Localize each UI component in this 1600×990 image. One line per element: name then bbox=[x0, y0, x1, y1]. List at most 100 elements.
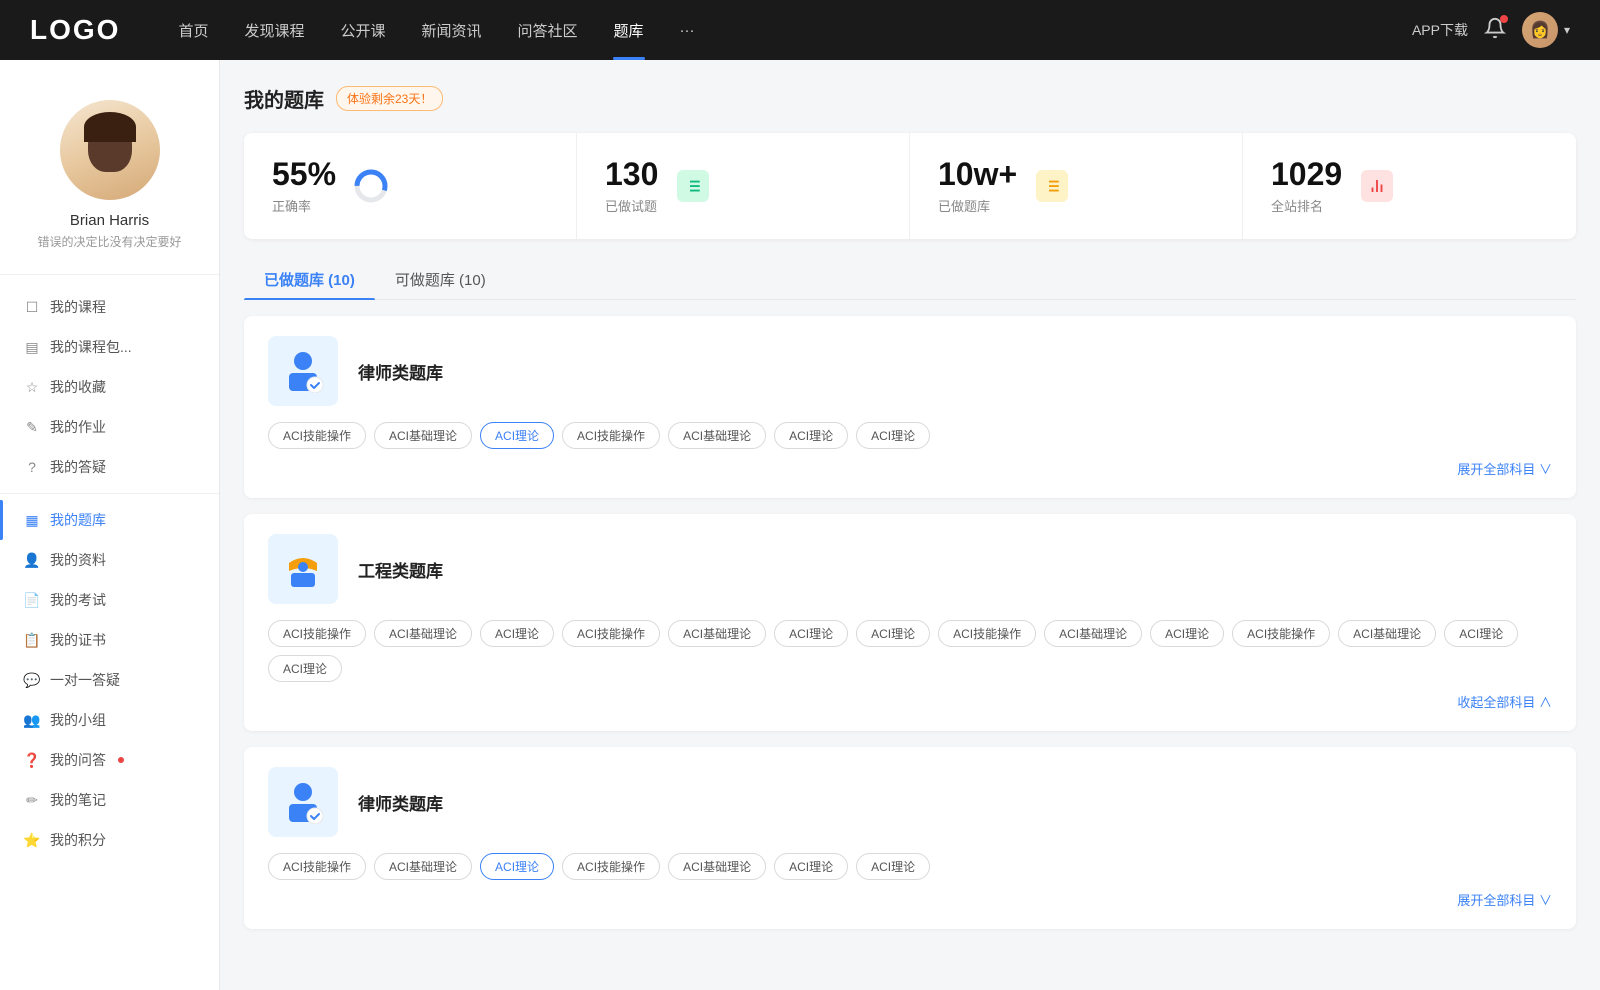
stat-card: 10w+ 已做题库 bbox=[910, 133, 1243, 239]
nav-link-新闻资讯[interactable]: 新闻资讯 bbox=[404, 0, 500, 60]
sidebar-icon: ☆ bbox=[24, 379, 40, 395]
sidebar-item-我的证书[interactable]: 📋 我的证书 bbox=[0, 620, 219, 660]
qbank-card: 律师类题库 ACI技能操作ACI基础理论ACI理论ACI技能操作ACI基础理论A… bbox=[244, 316, 1576, 498]
qbank-tag[interactable]: ACI技能操作 bbox=[562, 422, 660, 449]
qbank-tags: ACI技能操作 ACI基础理论 ACI理论 ACI技能操作 ACI基础理论 ACI理论 AC… bbox=[268, 853, 1552, 880]
qbank-tag[interactable]: ACI基础理论 bbox=[668, 620, 766, 647]
nav-link-发现课程[interactable]: 发现课程 bbox=[226, 0, 322, 60]
sidebar-item-我的课程包...[interactable]: ▤ 我的课程包... bbox=[0, 327, 219, 367]
navbar: LOGO 首页发现课程公开课新闻资讯问答社区题库··· APP下载 👩 ▾ bbox=[0, 0, 1600, 60]
nav-link-···[interactable]: ··· bbox=[662, 0, 713, 60]
stat-card: 55% 正确率 bbox=[244, 133, 577, 239]
unread-dot bbox=[118, 757, 124, 763]
navbar-right: APP下载 👩 ▾ bbox=[1412, 12, 1570, 48]
qbank-tags: ACI技能操作 ACI基础理论 ACI理论 ACI技能操作 ACI基础理论 ACI理论 AC… bbox=[268, 422, 1552, 449]
qbank-tag[interactable]: ACI基础理论 bbox=[374, 620, 472, 647]
stats-row: 55% 正确率 130 已做试题 10w+ 已做题库 1029 全站排名 bbox=[244, 133, 1576, 239]
sidebar-item-我的收藏[interactable]: ☆ 我的收藏 bbox=[0, 367, 219, 407]
qbank-tag[interactable]: ACI理论 bbox=[480, 422, 554, 449]
qbank-header: 律师类题库 bbox=[268, 336, 1552, 406]
stat-text: 10w+ 已做题库 bbox=[938, 157, 1017, 215]
sidebar-profile: Brian Harris 错误的决定比没有决定要好 bbox=[0, 80, 219, 275]
sidebar-label: 我的资料 bbox=[50, 550, 106, 570]
qbank-tag[interactable]: ACI技能操作 bbox=[1232, 620, 1330, 647]
sidebar-item-我的笔记[interactable]: ✏ 我的笔记 bbox=[0, 780, 219, 820]
qbank-tag[interactable]: ACI理论 bbox=[1444, 620, 1518, 647]
qbank-tag[interactable]: ACI基础理论 bbox=[668, 853, 766, 880]
stat-text: 55% 正确率 bbox=[272, 157, 336, 215]
qbank-tag[interactable]: ACI理论 bbox=[856, 620, 930, 647]
sidebar-item-我的作业[interactable]: ✎ 我的作业 bbox=[0, 407, 219, 447]
qbank-tag[interactable]: ACI理论 bbox=[480, 620, 554, 647]
stat-icon bbox=[352, 167, 390, 205]
tab-item[interactable]: 可做题库 (10) bbox=[375, 259, 506, 300]
nav-link-问答社区[interactable]: 问答社区 bbox=[500, 0, 596, 60]
qbank-tag[interactable]: ACI基础理论 bbox=[374, 422, 472, 449]
qbank-tag[interactable]: ACI理论 bbox=[856, 853, 930, 880]
qbank-tag[interactable]: ACI理论 bbox=[1150, 620, 1224, 647]
sidebar-item-我的考试[interactable]: 📄 我的考试 bbox=[0, 580, 219, 620]
qbank-tag[interactable]: ACI理论 bbox=[774, 422, 848, 449]
qbank-tag[interactable]: ACI技能操作 bbox=[562, 620, 660, 647]
sidebar-item-一对一答疑[interactable]: 💬 一对一答疑 bbox=[0, 660, 219, 700]
qbank-tag[interactable]: ACI理论 bbox=[268, 655, 342, 682]
sidebar-item-我的题库[interactable]: ▦ 我的题库 bbox=[0, 500, 219, 540]
qbank-expand: 收起全部科目 ∧ bbox=[268, 692, 1552, 711]
stat-label: 已做试题 bbox=[605, 196, 658, 215]
qbank-tag[interactable]: ACI理论 bbox=[480, 853, 554, 880]
qbank-tag[interactable]: ACI技能操作 bbox=[938, 620, 1036, 647]
expand-link[interactable]: 收起全部科目 ∧ bbox=[1457, 692, 1552, 711]
nav-link-首页[interactable]: 首页 bbox=[160, 0, 226, 60]
avatar bbox=[60, 100, 160, 200]
qbank-tag[interactable]: ACI技能操作 bbox=[562, 853, 660, 880]
nav-link-公开课[interactable]: 公开课 bbox=[322, 0, 403, 60]
stat-label: 正确率 bbox=[272, 196, 336, 215]
stat-icon bbox=[674, 167, 712, 205]
logo[interactable]: LOGO bbox=[30, 14, 120, 46]
app-download-button[interactable]: APP下载 bbox=[1412, 20, 1468, 40]
sidebar-icon: ✎ bbox=[24, 419, 40, 435]
avatar: 👩 bbox=[1522, 12, 1558, 48]
sidebar-item-我的问答[interactable]: ❓ 我的问答 bbox=[0, 740, 219, 780]
qbank-tag[interactable]: ACI基础理论 bbox=[1044, 620, 1142, 647]
qbank-tag[interactable]: ACI理论 bbox=[774, 620, 848, 647]
sidebar-label: 我的小组 bbox=[50, 710, 106, 730]
notification-bell[interactable] bbox=[1484, 17, 1506, 44]
sidebar-item-我的资料[interactable]: 👤 我的资料 bbox=[0, 540, 219, 580]
main-content: 我的题库 体验剩余23天！ 55% 正确率 130 已做试题 10w+ 已做题库 bbox=[220, 60, 1600, 990]
sidebar-label: 一对一答疑 bbox=[50, 670, 120, 690]
qbank-name: 律师类题库 bbox=[358, 359, 443, 384]
sidebar-item-我的小组[interactable]: 👥 我的小组 bbox=[0, 700, 219, 740]
trial-badge: 体验剩余23天！ bbox=[336, 86, 443, 111]
qbank-tag[interactable]: ACI基础理论 bbox=[1338, 620, 1436, 647]
sidebar-item-我的积分[interactable]: ⭐ 我的积分 bbox=[0, 820, 219, 860]
qbank-expand: 展开全部科目 ∨ bbox=[268, 890, 1552, 909]
sidebar-icon: 📋 bbox=[24, 632, 40, 648]
qbank-expand: 展开全部科目 ∨ bbox=[268, 459, 1552, 478]
user-avatar-menu[interactable]: 👩 ▾ bbox=[1522, 12, 1570, 48]
qbank-list: 律师类题库 ACI技能操作ACI基础理论ACI理论ACI技能操作ACI基础理论A… bbox=[244, 316, 1576, 929]
qbank-tag[interactable]: ACI技能操作 bbox=[268, 620, 366, 647]
stat-text: 130 已做试题 bbox=[605, 157, 658, 215]
sidebar-item-我的答疑[interactable]: ? 我的答疑 bbox=[0, 447, 219, 487]
sidebar-item-我的课程[interactable]: ☐ 我的课程 bbox=[0, 287, 219, 327]
sidebar-icon: 💬 bbox=[24, 672, 40, 688]
page-title: 我的题库 bbox=[244, 84, 324, 113]
sidebar-icon: ? bbox=[24, 459, 40, 475]
qbank-card: 工程类题库 ACI技能操作ACI基础理论ACI理论ACI技能操作ACI基础理论A… bbox=[244, 514, 1576, 731]
qbank-tag[interactable]: ACI基础理论 bbox=[374, 853, 472, 880]
sidebar-icon: 👥 bbox=[24, 712, 40, 728]
qbank-tag[interactable]: ACI技能操作 bbox=[268, 853, 366, 880]
nav-links: 首页发现课程公开课新闻资讯问答社区题库··· bbox=[160, 0, 1412, 60]
sidebar-label: 我的课程 bbox=[50, 297, 106, 317]
qbank-tag[interactable]: ACI理论 bbox=[774, 853, 848, 880]
expand-link[interactable]: 展开全部科目 ∨ bbox=[1457, 890, 1552, 909]
qbank-tag[interactable]: ACI基础理论 bbox=[668, 422, 766, 449]
nav-link-题库[interactable]: 题库 bbox=[596, 0, 662, 60]
qbank-tag[interactable]: ACI理论 bbox=[856, 422, 930, 449]
page-header: 我的题库 体验剩余23天！ bbox=[244, 84, 1576, 113]
sidebar-icon: 📄 bbox=[24, 592, 40, 608]
qbank-tag[interactable]: ACI技能操作 bbox=[268, 422, 366, 449]
tab-item[interactable]: 已做题库 (10) bbox=[244, 259, 375, 300]
expand-link[interactable]: 展开全部科目 ∨ bbox=[1457, 459, 1552, 478]
